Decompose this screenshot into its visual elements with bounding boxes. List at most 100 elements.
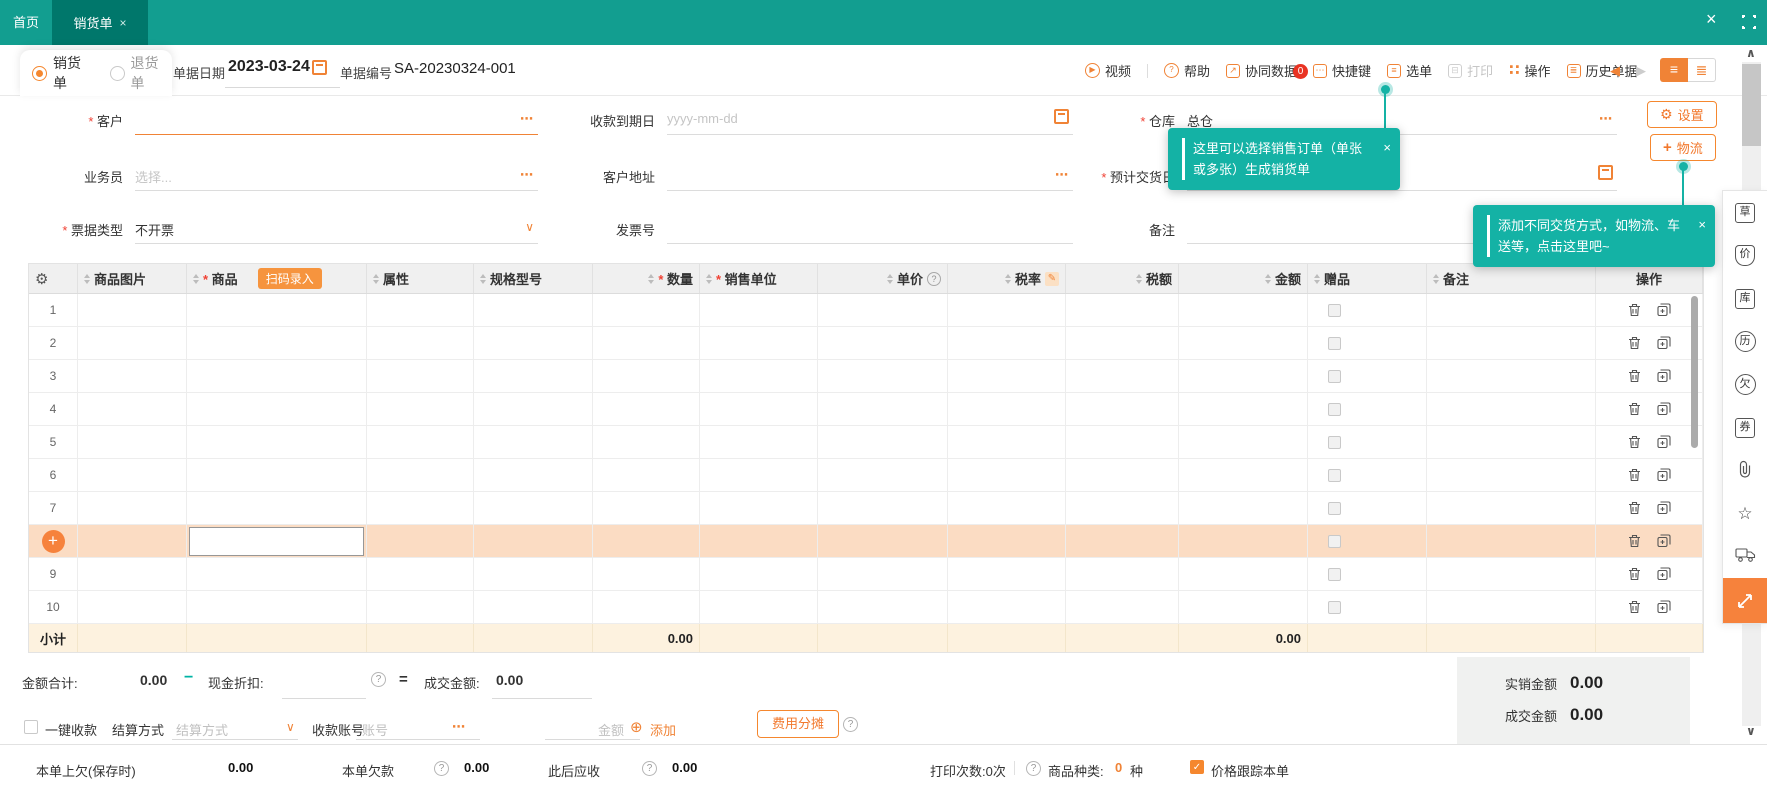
window-close-icon[interactable] <box>1706 10 1717 28</box>
price-track-checkbox[interactable] <box>1190 760 1204 774</box>
column-header-6[interactable]: 销售单位 <box>700 264 818 293</box>
tab-close-icon[interactable] <box>120 16 127 30</box>
window-fullscreen-icon[interactable] <box>1741 14 1757 30</box>
coupon-tool[interactable]: 券 <box>1723 406 1767 449</box>
column-header-3[interactable]: 属性 <box>367 264 474 293</box>
column-header-10[interactable]: 金额 <box>1179 264 1308 293</box>
cash-discount-input[interactable] <box>282 698 366 699</box>
scan-entry-button[interactable]: 扫码录入 <box>257 268 322 289</box>
address-picker-icon[interactable] <box>1055 167 1069 183</box>
page-scrollbar-thumb[interactable] <box>1742 64 1761 146</box>
help-icon[interactable] <box>642 761 657 776</box>
gift-checkbox[interactable] <box>1328 303 1341 317</box>
salesman-input[interactable]: 选择... <box>135 159 538 191</box>
column-header-2[interactable]: 商品扫码录入 <box>187 264 367 293</box>
tab-home[interactable]: 首页 <box>0 0 52 45</box>
sort-icon[interactable] <box>373 273 379 284</box>
logistics-button[interactable]: 物流 <box>1650 134 1716 161</box>
action-pick-order[interactable]: ≡ 选单 <box>1387 61 1432 80</box>
column-header-4[interactable]: 规格型号 <box>474 264 593 293</box>
debt-tool[interactable]: 欠 <box>1723 363 1767 406</box>
settle-method-select[interactable] <box>172 739 298 740</box>
copy-row-button[interactable] <box>1656 600 1671 614</box>
gift-checkbox[interactable] <box>1328 501 1341 515</box>
help-icon[interactable] <box>371 672 386 687</box>
sort-icon[interactable] <box>886 273 893 284</box>
delete-row-button[interactable] <box>1628 501 1641 515</box>
quick-receipt-checkbox[interactable] <box>24 720 38 734</box>
scroll-up-icon[interactable]: ∧ <box>1746 46 1756 60</box>
delete-row-button[interactable] <box>1628 534 1641 548</box>
gift-checkbox[interactable] <box>1328 336 1341 350</box>
gift-checkbox[interactable] <box>1328 468 1341 482</box>
gift-checkbox[interactable] <box>1328 567 1341 581</box>
copy-row-button[interactable] <box>1656 435 1671 449</box>
card-view-toggle[interactable]: ≣ <box>1688 58 1716 82</box>
gift-checkbox[interactable] <box>1328 435 1341 449</box>
stock-tool[interactable]: 库 <box>1723 277 1767 320</box>
help-icon[interactable] <box>843 717 858 732</box>
help-icon[interactable] <box>1026 761 1041 776</box>
doc-date-value[interactable]: 2023-03-24 <box>228 58 310 76</box>
delete-row-button[interactable] <box>1628 468 1641 482</box>
star-tool[interactable]: ☆ <box>1723 492 1767 535</box>
due-date-input[interactable]: yyyy-mm-dd <box>667 103 1073 135</box>
calendar-icon[interactable] <box>1054 109 1069 124</box>
nav-next-icon[interactable]: ▶ <box>1636 63 1646 79</box>
list-view-toggle[interactable]: ≡ <box>1660 58 1688 82</box>
truck-tool[interactable] <box>1723 535 1767 578</box>
close-icon[interactable] <box>1383 137 1391 158</box>
draft-tool[interactable]: 草 <box>1723 191 1767 234</box>
account-picker-icon[interactable]: ⋯ <box>452 719 466 735</box>
sort-icon[interactable] <box>1004 273 1011 284</box>
sort-icon[interactable] <box>193 273 199 284</box>
sort-icon[interactable] <box>1135 273 1142 284</box>
customer-address-input[interactable] <box>667 159 1073 191</box>
bill-type-select[interactable]: 不开票 <box>135 212 538 244</box>
add-receipt-label[interactable]: 添加 <box>650 720 676 739</box>
calendar-icon[interactable] <box>312 60 327 75</box>
copy-row-button[interactable] <box>1656 402 1671 416</box>
column-header-1[interactable]: 商品图片 <box>78 264 187 293</box>
column-header-8[interactable]: 税率 <box>948 264 1066 293</box>
product-input[interactable] <box>189 526 364 556</box>
add-row-button[interactable]: + <box>41 529 65 553</box>
sort-icon[interactable] <box>1264 273 1271 284</box>
delete-row-button[interactable] <box>1628 336 1641 350</box>
close-icon[interactable] <box>1698 214 1706 235</box>
column-header-11[interactable]: 赠品 <box>1308 264 1427 293</box>
settings-button[interactable]: 设置 <box>1647 101 1717 128</box>
history-round-tool[interactable]: 历 <box>1723 320 1767 363</box>
sort-icon[interactable] <box>1314 273 1320 284</box>
action-keyboard[interactable]: ⋯ 快捷键 <box>1313 61 1371 80</box>
help-icon[interactable] <box>434 761 449 776</box>
edit-icon[interactable] <box>1045 271 1059 286</box>
sort-icon[interactable] <box>480 273 486 284</box>
copy-row-button[interactable] <box>1656 468 1671 482</box>
sort-icon[interactable] <box>84 273 90 284</box>
price-shield-tool[interactable]: 价 <box>1723 234 1767 277</box>
copy-row-button[interactable] <box>1656 303 1671 317</box>
receipt-account-input[interactable] <box>356 739 480 740</box>
salesman-picker-icon[interactable] <box>520 167 534 183</box>
gift-checkbox[interactable] <box>1328 600 1341 614</box>
scroll-down-icon[interactable]: ∨ <box>1746 724 1756 738</box>
delete-row-button[interactable] <box>1628 600 1641 614</box>
radio-sales-order[interactable]: 销货单 <box>32 53 95 93</box>
sort-icon[interactable] <box>706 273 712 284</box>
action-video[interactable]: ▶ 视频 <box>1085 61 1131 80</box>
delete-row-button[interactable] <box>1628 303 1641 317</box>
copy-row-button[interactable] <box>1656 567 1671 581</box>
delete-row-button[interactable] <box>1628 435 1641 449</box>
copy-row-button[interactable] <box>1656 501 1671 515</box>
delete-row-button[interactable] <box>1628 567 1641 581</box>
customer-input[interactable] <box>135 103 538 135</box>
warehouse-picker-icon[interactable] <box>1599 111 1613 127</box>
action-help[interactable]: ? 帮助 <box>1164 61 1210 80</box>
copy-row-button[interactable] <box>1656 534 1671 548</box>
column-header-12[interactable]: 备注 <box>1427 264 1596 293</box>
sort-icon[interactable] <box>1433 273 1439 284</box>
tab-sales-order[interactable]: 销货单 <box>52 0 148 45</box>
chevron-down-icon[interactable] <box>525 220 534 234</box>
receipt-amount-input[interactable] <box>545 739 640 740</box>
